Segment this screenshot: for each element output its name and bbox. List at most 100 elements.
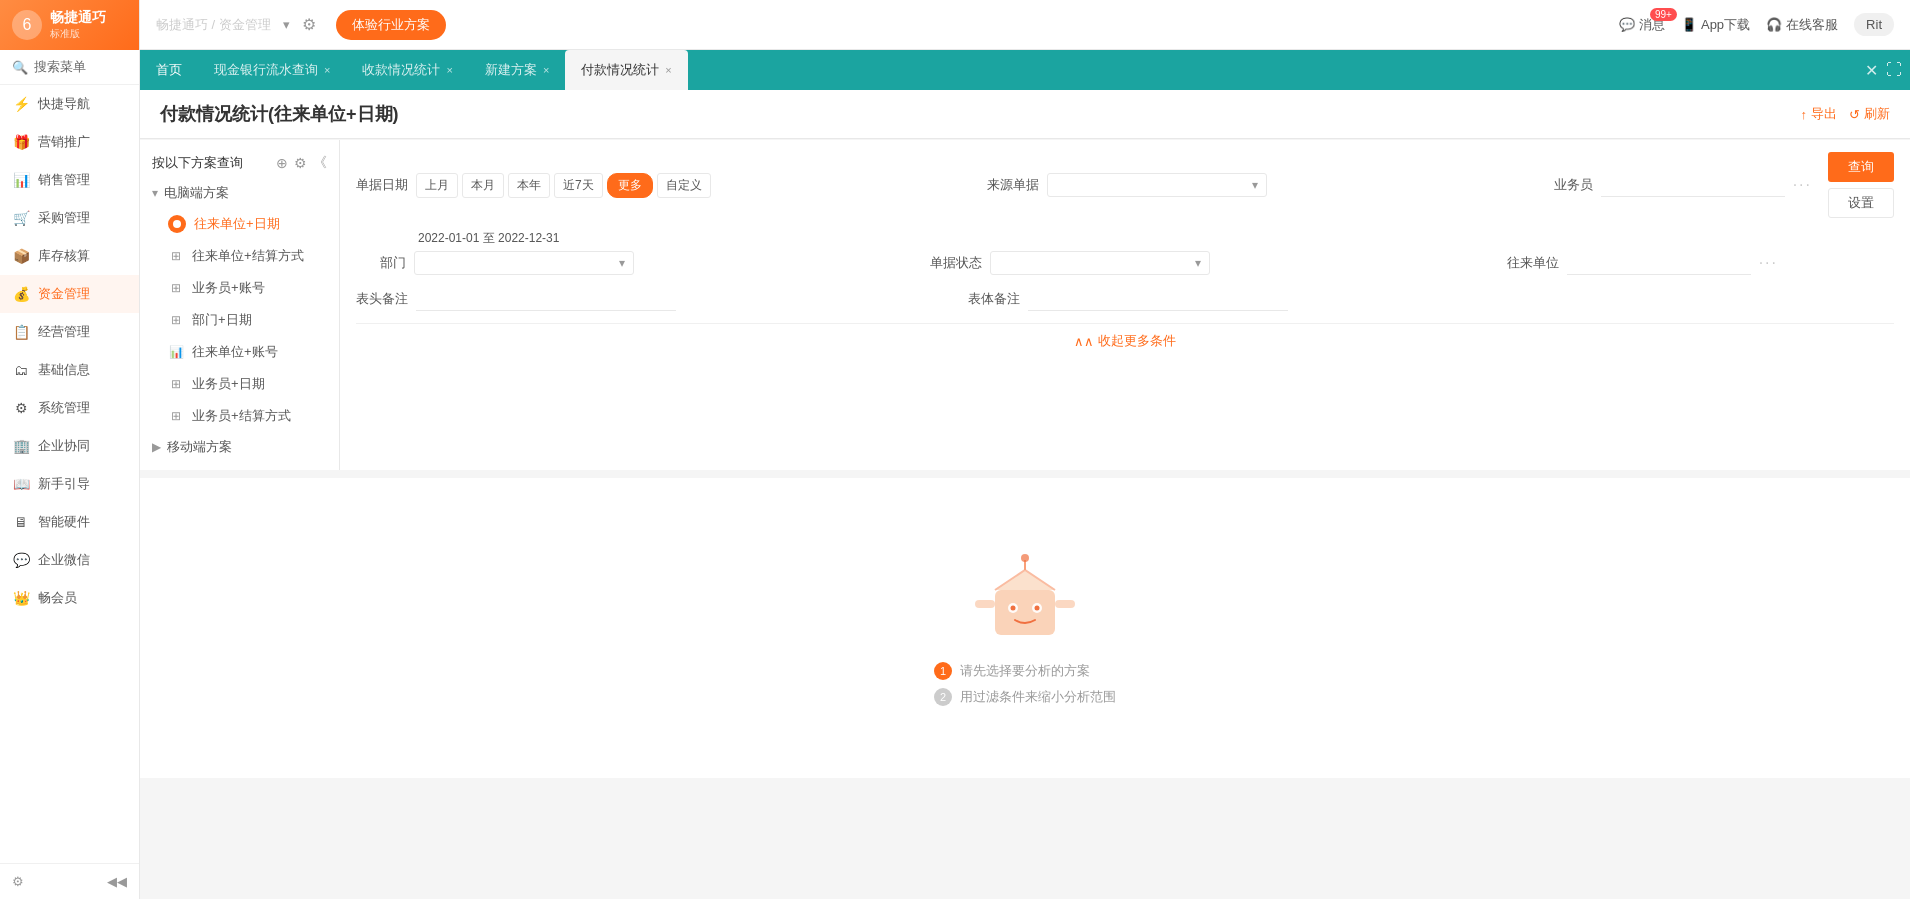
sidebar-search[interactable]: 🔍 搜索菜单 [0, 50, 139, 85]
app-download-button[interactable]: 📱 App下载 [1681, 16, 1750, 34]
scheme-item-staff-date[interactable]: ⊞ 业务员+日期 [140, 368, 339, 400]
tab-payment[interactable]: 付款情况统计 × [565, 50, 687, 90]
app-label: App下载 [1701, 16, 1750, 34]
svg-point-9 [1021, 554, 1029, 562]
sidebar-item-label: 销售管理 [38, 171, 90, 189]
scheme-item-counterpart-account[interactable]: 📊 往来单位+账号 [140, 336, 339, 368]
mobile-group-header[interactable]: ▶ 移动端方案 [140, 432, 339, 462]
collection-tab-close[interactable]: × [446, 64, 452, 76]
sidebar-item-member[interactable]: 👑 畅会员 [0, 579, 139, 617]
svg-rect-7 [1055, 600, 1075, 608]
topbar-gear-icon[interactable]: ⚙ [302, 15, 316, 34]
collapse-conditions-button[interactable]: ∧∧ 收起更多条件 [356, 323, 1894, 358]
sidebar-item-hardware[interactable]: 🖥 智能硬件 [0, 503, 139, 541]
tab-new-scheme[interactable]: 新建方案 × [469, 50, 565, 90]
new-scheme-tab-close[interactable]: × [543, 64, 549, 76]
funds-icon: 💰 [12, 285, 30, 303]
scheme-item-counterpart-date[interactable]: 往来单位+日期 [140, 208, 339, 240]
counterpart-filter: 往来单位 ··· [1507, 251, 1778, 275]
filter-layout: 按以下方案查询 ⊕ ⚙ 《 ▾ 电脑端方案 [140, 140, 1910, 470]
counterpart-dots-icon[interactable]: ··· [1759, 254, 1778, 272]
sidebar-item-enterprise[interactable]: 🏢 企业协同 [0, 427, 139, 465]
home-tab-label: 首页 [156, 61, 182, 79]
sidebar-item-funds[interactable]: 💰 资金管理 [0, 275, 139, 313]
operations-icon: 📋 [12, 323, 30, 341]
source-select[interactable]: ▾ [1047, 173, 1267, 197]
body-note-input[interactable] [1028, 287, 1288, 311]
date-btn-custom[interactable]: 自定义 [657, 173, 711, 198]
scheme-item-dept-date[interactable]: ⊞ 部门+日期 [140, 304, 339, 336]
date-btn-more[interactable]: 更多 [607, 173, 653, 198]
body-note-filter: 表体备注 [968, 287, 1288, 311]
sidebar-item-label: 营销推广 [38, 133, 90, 151]
logo-text: 畅捷通巧 [50, 9, 106, 27]
date-btn-this-month[interactable]: 本月 [462, 173, 504, 198]
settings-icon[interactable]: ⚙ [12, 874, 24, 889]
maximize-window-icon[interactable]: ⛶ [1886, 61, 1902, 79]
svg-rect-1 [995, 590, 1055, 635]
user-avatar[interactable]: Rit [1854, 13, 1894, 36]
payment-tab-close[interactable]: × [665, 64, 671, 76]
collapse-scheme-icon[interactable]: 《 [313, 154, 327, 172]
sidebar-item-sales[interactable]: 📊 销售管理 [0, 161, 139, 199]
quick-nav-icon: ⚡ [12, 95, 30, 113]
doc-status-arrow-icon: ▾ [1195, 256, 1201, 270]
sidebar-item-label: 快捷导航 [38, 95, 90, 113]
date-btn-7days[interactable]: 近7天 [554, 173, 603, 198]
sidebar-item-purchase[interactable]: 🛒 采购管理 [0, 199, 139, 237]
staff-input[interactable] [1601, 173, 1785, 197]
sidebar-item-inventory[interactable]: 📦 库存核算 [0, 237, 139, 275]
sidebar-item-label: 采购管理 [38, 209, 90, 227]
source-select-arrow-icon: ▾ [1252, 178, 1258, 192]
staff-filter: 业务员 ··· [1543, 173, 1812, 197]
svg-point-4 [1011, 606, 1016, 611]
topbar-dropdown-icon[interactable]: ▾ [283, 17, 290, 32]
guide-icon: 📖 [12, 475, 30, 493]
date-btn-last-month[interactable]: 上月 [416, 173, 458, 198]
close-window-icon[interactable]: ✕ [1865, 61, 1878, 80]
sidebar-item-system[interactable]: ⚙ 系统管理 [0, 389, 139, 427]
scheme-group-mobile: ▶ 移动端方案 [140, 432, 339, 462]
system-icon: ⚙ [12, 399, 30, 417]
tab-home[interactable]: 首页 [140, 50, 198, 90]
scheme-group-desktop-header[interactable]: ▾ 电脑端方案 [140, 178, 339, 208]
sidebar-item-basic-info[interactable]: 🗂 基础信息 [0, 351, 139, 389]
tab-bank[interactable]: 现金银行流水查询 × [198, 50, 346, 90]
export-button[interactable]: ↑ 导出 [1801, 105, 1838, 123]
search-icon: 🔍 [12, 60, 28, 75]
staff-dots-icon[interactable]: ··· [1793, 176, 1812, 194]
scheme-item-counterpart-payment[interactable]: ⊞ 往来单位+结算方式 [140, 240, 339, 272]
version-text: 标准版 [50, 27, 106, 41]
collapse-sidebar-icon[interactable]: ◀◀ [107, 874, 127, 889]
sidebar-item-label: 系统管理 [38, 399, 90, 417]
sidebar-item-guide[interactable]: 📖 新手引导 [0, 465, 139, 503]
filter-settings-button[interactable]: 设置 [1828, 188, 1894, 218]
sidebar-item-quick-nav[interactable]: ⚡ 快捷导航 [0, 85, 139, 123]
scheme-item-label: 往来单位+结算方式 [192, 247, 304, 265]
logo-icon: 6 [12, 10, 42, 40]
scheme-settings-icon[interactable]: ⚙ [294, 155, 307, 171]
sidebar-item-weixin[interactable]: 💬 企业微信 [0, 541, 139, 579]
scheme-item-staff-payment[interactable]: ⊞ 业务员+结算方式 [140, 400, 339, 432]
sidebar-item-marketing[interactable]: 🎁 营销推广 [0, 123, 139, 161]
header-note-input[interactable] [416, 287, 676, 311]
counterpart-input[interactable] [1567, 251, 1751, 275]
date-btn-this-year[interactable]: 本年 [508, 173, 550, 198]
service-button[interactable]: 🎧 在线客服 [1766, 16, 1838, 34]
trial-button[interactable]: 体验行业方案 [336, 10, 446, 40]
message-button[interactable]: 💬 消息 99+ [1619, 16, 1665, 34]
doc-status-select[interactable]: ▾ [990, 251, 1210, 275]
bank-tab-close[interactable]: × [324, 64, 330, 76]
tab-collection[interactable]: 收款情况统计 × [346, 50, 468, 90]
window-controls: ✕ ⛶ [1865, 61, 1910, 80]
date-filter: 单据日期 上月 本月 本年 近7天 更多 自定义 [356, 173, 711, 198]
refresh-button[interactable]: ↺ 刷新 [1849, 105, 1890, 123]
sidebar-item-operations[interactable]: 📋 经营管理 [0, 313, 139, 351]
active-scheme-indicator [168, 215, 186, 233]
add-scheme-icon[interactable]: ⊕ [276, 155, 288, 171]
dept-select[interactable]: ▾ [414, 251, 634, 275]
payment-tab-label: 付款情况统计 [581, 61, 659, 79]
query-button[interactable]: 查询 [1828, 152, 1894, 182]
marketing-icon: 🎁 [12, 133, 30, 151]
scheme-item-staff-account[interactable]: ⊞ 业务员+账号 [140, 272, 339, 304]
